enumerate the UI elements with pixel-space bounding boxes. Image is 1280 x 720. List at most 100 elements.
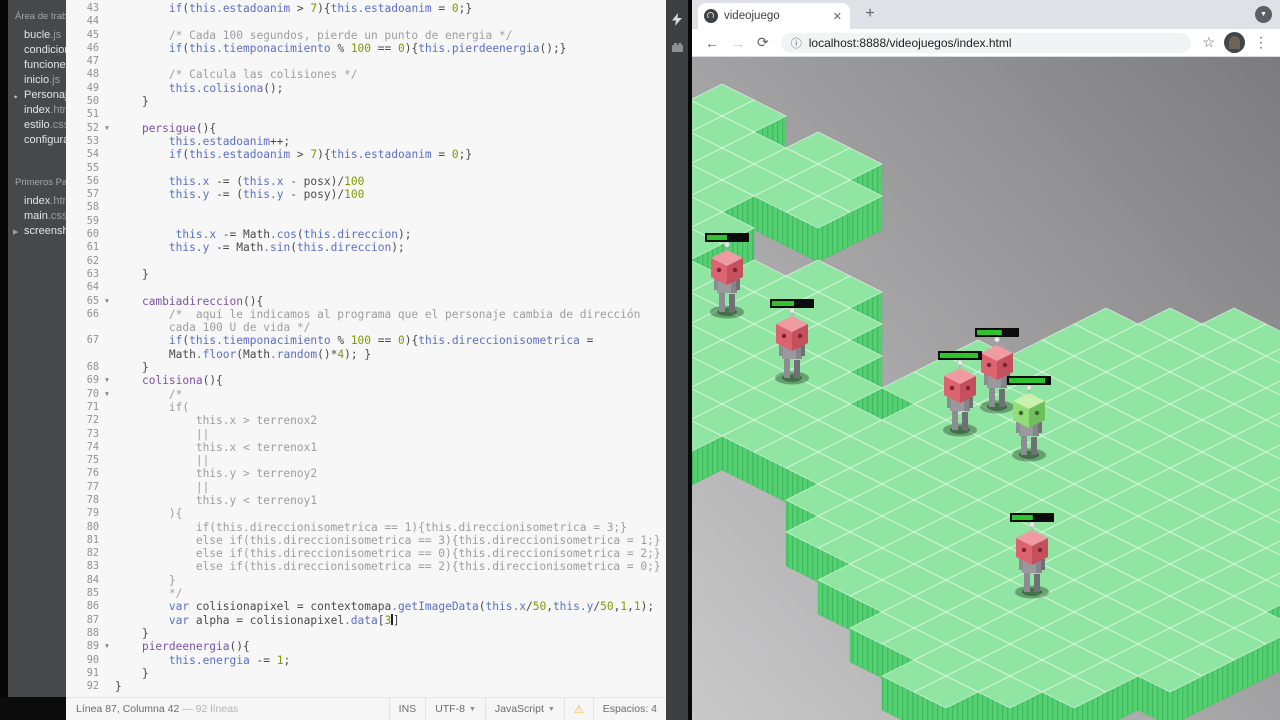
code-line-67[interactable]: 67 if(this.tiemponacimiento % 100 == 0){… (66, 334, 666, 361)
code-line-91[interactable]: 91 } (66, 667, 666, 680)
code-line-69[interactable]: 69 ▼ colisiona(){ (66, 374, 666, 387)
forward-button[interactable]: → (725, 35, 751, 51)
code-line-65[interactable]: 65 ▼ cambiadireccion(){ (66, 295, 666, 308)
code-fold-icon[interactable]: ▼ (99, 122, 115, 135)
code-fold-icon[interactable]: ▼ (99, 295, 115, 308)
sidebar-item-funciones[interactable]: funciones.js (8, 58, 66, 73)
code-line-71[interactable]: 71 if( (66, 401, 666, 414)
code-line-60[interactable]: 60 this.x -= Math.cos(this.direccion); (66, 228, 666, 241)
folder-collapse-icon[interactable]: ▶ (13, 227, 18, 238)
extension-manager-button[interactable] (666, 36, 688, 58)
sidebar-item-index[interactable]: index.html (8, 103, 66, 118)
code-line-82[interactable]: 82 else if(this.direccionisometrica == 0… (66, 547, 666, 560)
code-text: /* Calcula las colisiones */ (168, 68, 358, 82)
code-line-85[interactable]: 85 */ (66, 587, 666, 600)
code-line-68[interactable]: 68 } (66, 361, 666, 374)
code-line-55[interactable]: 55 (66, 162, 666, 175)
code-line-50[interactable]: 50 } (66, 95, 666, 108)
code-line-75[interactable]: 75 || (66, 454, 666, 467)
character-eye (986, 362, 992, 368)
gutter-space (99, 95, 115, 108)
sidebar-item-condicionesin[interactable]: condicionesin (8, 43, 66, 58)
code-line-54[interactable]: 54 if(this.estadoanim > 7){this.estadoan… (66, 148, 666, 161)
code-line-76[interactable]: 76 this.y > terrenoy2 (66, 467, 666, 480)
code-line-46[interactable]: 46 if(this.tiemponacimiento % 100 == 0){… (66, 42, 666, 55)
gutter-space (99, 560, 115, 573)
bookmark-star-icon[interactable]: ☆ (1197, 34, 1220, 51)
code-line-73[interactable]: 73 || (66, 428, 666, 441)
indent-setting[interactable]: Espacios: 4 (592, 698, 666, 720)
code-line-77[interactable]: 77 || (66, 481, 666, 494)
game-viewport[interactable] (692, 57, 1280, 720)
code-lines[interactable]: 43 if(this.estadoanim > 7){this.estadoan… (66, 0, 666, 693)
sidebar-item-configurador[interactable]: configurador. (8, 133, 66, 148)
code-line-49[interactable]: 49 this.colisiona(); (66, 82, 666, 95)
sidebar-item-bucle[interactable]: bucle.js (8, 28, 66, 43)
page-info-icon[interactable]: ⓘ (791, 35, 802, 51)
energy-bar (770, 299, 814, 308)
insert-mode-indicator[interactable]: INS (388, 698, 426, 720)
active-file-dot: • (14, 92, 18, 102)
reload-button[interactable]: ⟳ (751, 34, 775, 51)
code-line-58[interactable]: 58 (66, 201, 666, 214)
code-line-48[interactable]: 48 /* Calcula las colisiones */ (66, 68, 666, 81)
lint-warning-indicator[interactable]: ⚠ (563, 698, 593, 720)
code-line-86[interactable]: 86 var colisionapixel = contextomapa.get… (66, 600, 666, 613)
character-leg (794, 360, 800, 378)
code-line-43[interactable]: 43 if(this.estadoanim > 7){this.estadoan… (66, 2, 666, 15)
code-line-61[interactable]: 61 this.y -= Math.sin(this.direccion); (66, 241, 666, 254)
gutter-space (99, 228, 115, 241)
sidebar-item-index[interactable]: index.html (8, 194, 66, 209)
code-line-51[interactable]: 51 (66, 108, 666, 121)
code-line-89[interactable]: 89 ▼ pierdeenergia(){ (66, 640, 666, 653)
code-line-56[interactable]: 56 this.x -= (this.x - posx)/100 (66, 175, 666, 188)
code-line-72[interactable]: 72 this.x > terrenox2 (66, 414, 666, 427)
code-line-90[interactable]: 90 this.energia -= 1; (66, 654, 666, 667)
code-line-87[interactable]: 87 var alpha = colisionapixel.data[3] (66, 613, 666, 627)
code-line-53[interactable]: 53 this.estadoanim++; (66, 135, 666, 148)
code-fold-icon[interactable]: ▼ (99, 388, 115, 401)
sidebar-item-Personaje[interactable]: •Personaje.js (8, 88, 66, 103)
code-line-79[interactable]: 79 ){ (66, 507, 666, 520)
code-line-88[interactable]: 88 } (66, 627, 666, 640)
tab-close-icon[interactable]: ✕ (831, 8, 844, 25)
live-preview-button[interactable] (666, 8, 688, 30)
code-line-64[interactable]: 64 (66, 281, 666, 294)
code-line-66[interactable]: 66 /* aquí le indicamos al programa que … (66, 308, 666, 335)
code-line-52[interactable]: 52 ▼ persigue(){ (66, 122, 666, 135)
code-line-83[interactable]: 83 else if(this.direccionisometrica == 2… (66, 560, 666, 573)
sidebar-item-main[interactable]: main.css (8, 209, 66, 224)
code-text: if(this.estadoanim > 7){this.estadoanim … (168, 148, 473, 162)
sidebar-item-screenshots[interactable]: ▶screenshots (8, 224, 66, 239)
code-line-57[interactable]: 57 this.y -= (this.y - posy)/100 (66, 188, 666, 201)
sidebar-item-inicio[interactable]: inicio.js (8, 73, 66, 88)
code-line-44[interactable]: 44 (66, 15, 666, 28)
code-line-59[interactable]: 59 (66, 215, 666, 228)
encoding-selector[interactable]: UTF-8 ▼ (425, 698, 485, 720)
code-fold-icon[interactable]: ▼ (99, 640, 115, 653)
code-line-63[interactable]: 63 } (66, 268, 666, 281)
sidebar-item-estilo[interactable]: estilo.css (8, 118, 66, 133)
tab-search-button[interactable]: ▼ (1255, 6, 1272, 23)
code-line-45[interactable]: 45 /* Cada 100 segundos, pierde un punto… (66, 29, 666, 42)
code-fold-icon[interactable]: ▼ (99, 374, 115, 387)
code-editor[interactable]: 43 if(this.estadoanim > 7){this.estadoan… (66, 0, 666, 697)
code-line-80[interactable]: 80 if(this.direccionisometrica == 1){thi… (66, 521, 666, 534)
language-selector[interactable]: JavaScript ▼ (484, 698, 564, 720)
code-line-47[interactable]: 47 (66, 55, 666, 68)
code-line-81[interactable]: 81 else if(this.direccionisometrica == 3… (66, 534, 666, 547)
profile-avatar[interactable] (1224, 32, 1245, 53)
code-line-62[interactable]: 62 (66, 255, 666, 268)
code-line-78[interactable]: 78 this.y < terrenoy1 (66, 494, 666, 507)
game-canvas[interactable] (692, 57, 1280, 720)
new-tab-button[interactable]: + (858, 2, 882, 26)
browser-tab[interactable]: videojuego ✕ (698, 3, 850, 29)
code-line-84[interactable]: 84 } (66, 574, 666, 587)
code-text: } (115, 573, 176, 587)
address-bar[interactable]: ⓘ localhost:8888/videojuegos/index.html (780, 32, 1192, 53)
code-line-92[interactable]: 92} (66, 680, 666, 693)
back-button[interactable]: ← (699, 35, 725, 51)
menu-dots-icon[interactable]: ⋮ (1249, 34, 1273, 51)
code-line-70[interactable]: 70 ▼ /* (66, 388, 666, 401)
code-line-74[interactable]: 74 this.x < terrenox1 (66, 441, 666, 454)
